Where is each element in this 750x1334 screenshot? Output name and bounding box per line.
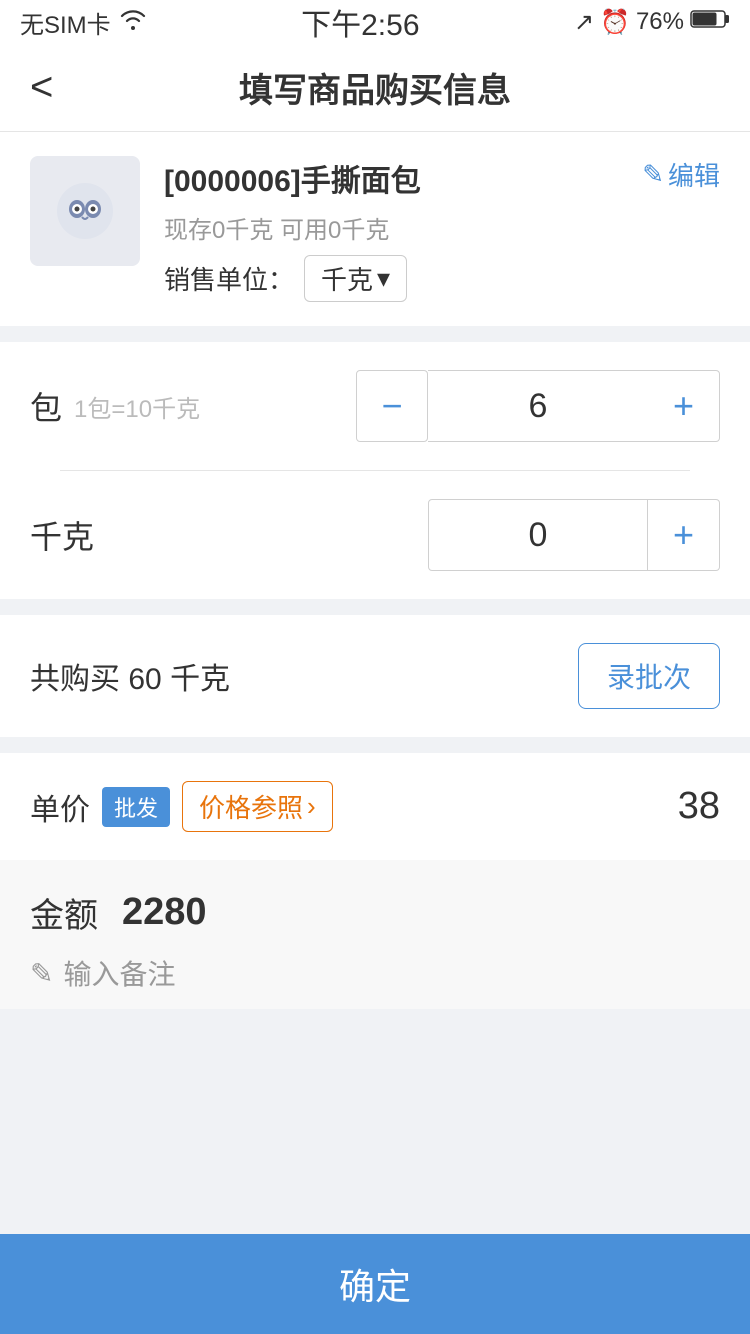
- edit-button[interactable]: ✎ 编辑: [642, 156, 720, 193]
- kg-plus-icon: +: [673, 514, 694, 556]
- confirm-button[interactable]: 确定: [0, 1234, 750, 1334]
- page-title: 填写商品购买信息: [239, 63, 511, 112]
- bao-plus-button[interactable]: +: [648, 370, 720, 442]
- kg-input[interactable]: [428, 499, 648, 571]
- status-right: ↗ ⏰ 76%: [574, 8, 730, 37]
- amount-label: 金额: [30, 888, 98, 937]
- unit-value: 千克: [321, 260, 373, 297]
- price-ref-button[interactable]: 价格参照 ›: [182, 781, 333, 832]
- price-label: 单价: [30, 785, 90, 829]
- record-batch-button[interactable]: 录批次: [578, 643, 720, 709]
- remark-icon: ✎: [30, 957, 53, 990]
- kg-label-group: 千克: [30, 512, 94, 558]
- price-section: 单价 批发 价格参照 › 38: [0, 753, 750, 860]
- product-card: [0000006]手撕面包 现存0千克 可用0千克 销售单位： 千克 ▾ ✎ 编…: [0, 132, 750, 326]
- bao-input[interactable]: [428, 370, 648, 442]
- bao-minus-button[interactable]: −: [356, 370, 428, 442]
- status-left: 无SIM卡: [20, 5, 147, 40]
- unit-dropdown[interactable]: 千克 ▾: [304, 255, 407, 302]
- status-time: 下午2:56: [301, 0, 419, 44]
- total-row: 共购买 60 千克 录批次: [0, 615, 750, 737]
- product-image: [30, 156, 140, 266]
- back-button[interactable]: <: [30, 65, 53, 110]
- unit-label: 销售单位：: [164, 260, 294, 297]
- bao-hint: 1包=10千克: [74, 389, 200, 424]
- separator-3: [0, 737, 750, 753]
- remark-row[interactable]: ✎ 输入备注: [30, 953, 720, 993]
- edit-label: 编辑: [668, 156, 720, 193]
- minus-icon: −: [381, 385, 402, 427]
- wifi-icon: [119, 8, 147, 37]
- battery-icon: [690, 8, 730, 37]
- amount-section: 金额 2280 ✎ 输入备注: [0, 860, 750, 1009]
- plus-icon: +: [673, 385, 694, 427]
- record-batch-label: 录批次: [607, 662, 691, 693]
- kg-input-row: 千克 +: [30, 471, 720, 599]
- separator-2: [0, 599, 750, 615]
- price-value: 38: [678, 785, 720, 828]
- bao-label-group: 包 1包=10千克: [30, 383, 200, 429]
- amount-row: 金额 2280: [30, 888, 720, 937]
- confirm-label: 确定: [339, 1258, 411, 1310]
- dropdown-arrow-icon: ▾: [377, 263, 390, 294]
- amount-value: 2280: [122, 891, 207, 934]
- price-tag: 批发: [102, 787, 170, 827]
- total-unit: 千克: [170, 663, 230, 696]
- product-stock: 现存0千克 可用0千克: [164, 210, 720, 245]
- price-label-row: 单价 批发 价格参照 ›: [30, 781, 333, 832]
- kg-plus-button[interactable]: +: [648, 499, 720, 571]
- carrier-label: 无SIM卡: [20, 5, 111, 40]
- bao-stepper: − +: [356, 370, 720, 442]
- kg-stepper: +: [428, 499, 720, 571]
- alarm-icon: ⏰: [600, 8, 630, 37]
- remark-placeholder: 输入备注: [63, 953, 175, 993]
- price-ref-arrow-icon: ›: [307, 791, 316, 822]
- nav-bar: < 填写商品购买信息: [0, 44, 750, 132]
- location-icon: ↗: [574, 8, 594, 37]
- bao-input-row: 包 1包=10千克 − +: [30, 342, 720, 470]
- bao-label: 包: [30, 383, 62, 429]
- status-bar: 无SIM卡 下午2:56 ↗ ⏰ 76%: [0, 0, 750, 44]
- separator-1: [0, 326, 750, 342]
- total-prefix: 共购买: [30, 663, 120, 696]
- total-label: 共购买 60 千克: [30, 654, 230, 698]
- product-info: [0000006]手撕面包 现存0千克 可用0千克 销售单位： 千克 ▾: [164, 156, 720, 302]
- product-unit-row: 销售单位： 千克 ▾: [164, 255, 720, 302]
- edit-icon: ✎: [642, 159, 664, 190]
- battery-label: 76%: [636, 8, 684, 36]
- kg-label: 千克: [30, 512, 94, 558]
- product-name: [0000006]手撕面包: [164, 156, 720, 200]
- total-quantity: 60: [128, 663, 161, 696]
- bao-input-section: 包 1包=10千克 − + 千克 +: [0, 342, 750, 599]
- price-ref-label: 价格参照: [199, 788, 303, 825]
